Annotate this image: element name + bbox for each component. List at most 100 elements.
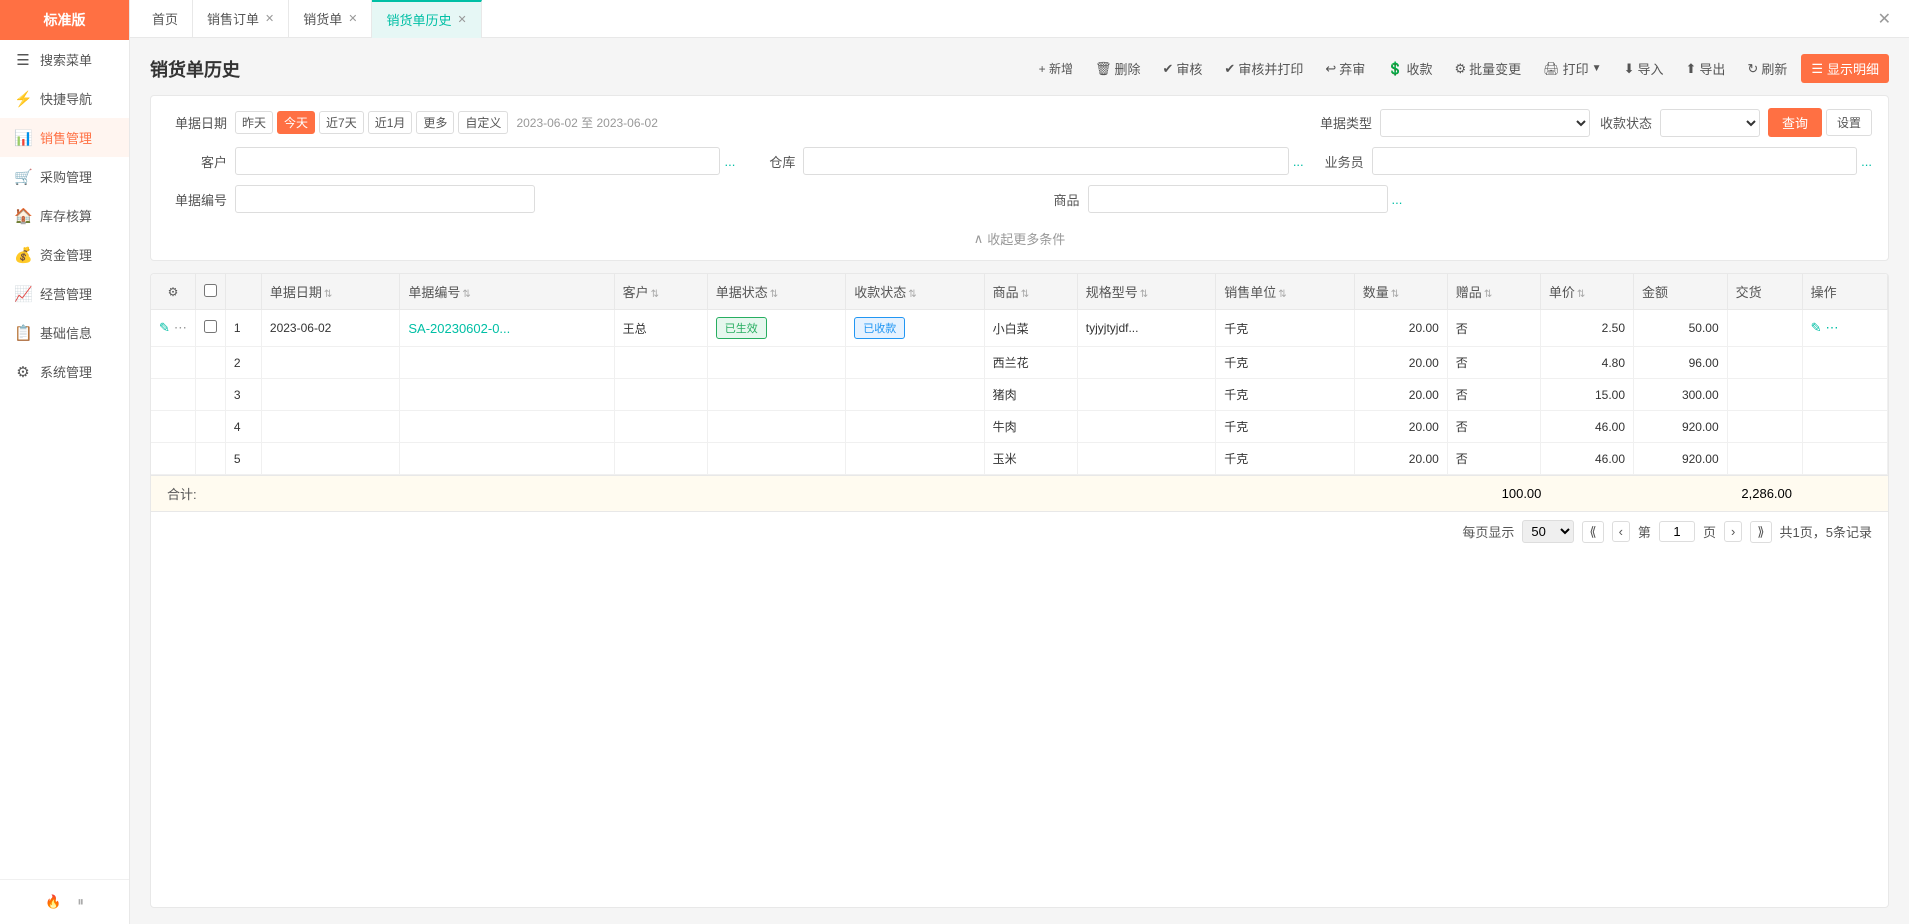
row-doc-no[interactable] — [400, 379, 614, 411]
sidebar-item-quick-nav[interactable]: ⚡ 快捷导航 — [0, 79, 129, 118]
select-all-checkbox[interactable] — [204, 284, 217, 297]
col-unit[interactable]: 销售单位⇅ — [1216, 274, 1354, 310]
show-detail-button[interactable]: ☰ 显示明细 — [1801, 54, 1889, 83]
collapse-label: 收起更多条件 — [987, 229, 1065, 248]
row-doc-status — [707, 379, 845, 411]
date-more-btn[interactable]: 更多 — [416, 111, 454, 134]
sort-icon-spec: ⇅ — [1140, 289, 1148, 300]
last-page-btn[interactable]: ⟫ — [1750, 521, 1771, 543]
tab-sales-order[interactable]: 销售订单 ✕ — [193, 0, 289, 38]
col-date[interactable]: 单据日期⇅ — [261, 274, 399, 310]
row-settings[interactable] — [151, 347, 195, 379]
prev-page-btn[interactable]: ‹ — [1612, 521, 1630, 542]
row-collect-status — [846, 347, 984, 379]
date-yesterday-btn[interactable]: 昨天 — [235, 111, 273, 134]
salesperson-input[interactable] — [1372, 147, 1857, 175]
col-spec[interactable]: 规格型号⇅ — [1077, 274, 1215, 310]
customer-input[interactable] — [235, 147, 720, 175]
col-goods[interactable]: 商品⇅ — [984, 274, 1077, 310]
row-collect-status — [846, 411, 984, 443]
col-unit-price[interactable]: 单价⇅ — [1540, 274, 1633, 310]
doc-status-badge: 已生效 — [716, 317, 767, 339]
abandon-button[interactable]: ↩ 弃审 — [1317, 55, 1373, 82]
close-sales-history-tab[interactable]: ✕ — [458, 13, 467, 26]
settings-button[interactable]: 设置 — [1826, 109, 1872, 136]
sidebar-item-sales-mgmt[interactable]: 📊 销售管理 — [0, 118, 129, 157]
row-settings[interactable] — [151, 379, 195, 411]
page-size-select[interactable]: 50 100 200 — [1522, 520, 1574, 543]
row-doc-no[interactable] — [400, 411, 614, 443]
audit-button[interactable]: ✔ 审核 — [1154, 55, 1210, 82]
col-collect-status[interactable]: 收款状态⇅ — [846, 274, 984, 310]
row-gift: 否 — [1447, 347, 1540, 379]
doc-no-link[interactable]: SA-20230602-0... — [408, 321, 510, 336]
row-qty: 20.00 — [1354, 411, 1447, 443]
col-doc-status[interactable]: 单据状态⇅ — [707, 274, 845, 310]
goods-dots[interactable]: ... — [1392, 192, 1403, 207]
pause-icon[interactable]: ⏸ — [77, 894, 84, 910]
edit-link[interactable]: ✎ — [1811, 320, 1822, 335]
new-button[interactable]: + 新增 — [1031, 56, 1081, 81]
import-button[interactable]: ⬇ 导入 — [1616, 55, 1672, 82]
refresh-button[interactable]: ↻ 刷新 — [1739, 55, 1795, 82]
first-page-btn[interactable]: ⟪ — [1582, 521, 1603, 543]
total-amount: 2,286.00 — [1741, 486, 1792, 501]
row-settings[interactable]: ✎⋯ — [151, 310, 195, 347]
close-sales-delivery-tab[interactable]: ✕ — [348, 12, 357, 25]
row-settings[interactable] — [151, 411, 195, 443]
date-7days-btn[interactable]: 近7天 — [319, 111, 364, 134]
col-doc-no[interactable]: 单据编号⇅ — [400, 274, 614, 310]
date-custom-btn[interactable]: 自定义 — [458, 111, 508, 134]
audit-print-icon: ✔ — [1224, 61, 1235, 77]
doc-no-input[interactable] — [235, 185, 535, 213]
date-1month-btn[interactable]: 近1月 — [368, 111, 413, 134]
row-checkbox[interactable] — [204, 320, 217, 333]
delete-button[interactable]: 🗑 删除 — [1087, 55, 1149, 82]
collapse-row[interactable]: ∧ 收起更多条件 — [167, 223, 1872, 248]
more-link[interactable]: ⋯ — [1826, 320, 1839, 335]
row-unit-price: 15.00 — [1540, 379, 1633, 411]
salesperson-dots[interactable]: ... — [1861, 154, 1872, 169]
row-settings[interactable] — [151, 443, 195, 475]
col-gift[interactable]: 赠品⇅ — [1447, 274, 1540, 310]
sidebar-item-purchase-mgmt[interactable]: 🛒 采购管理 — [0, 157, 129, 196]
total-qty: 100.00 — [1502, 486, 1542, 501]
sidebar-item-stock-calc[interactable]: 🏠 库存核算 — [0, 196, 129, 235]
table-row: 5玉米千克20.00否46.00920.00 — [151, 443, 1888, 475]
goods-input[interactable] — [1088, 185, 1388, 213]
print-button[interactable]: 🖨 打印 ▼ — [1535, 55, 1609, 82]
audit-print-button[interactable]: ✔ 审核并打印 — [1216, 55, 1311, 82]
next-page-btn[interactable]: › — [1724, 521, 1742, 542]
row-doc-no[interactable] — [400, 347, 614, 379]
sidebar-item-basic-info[interactable]: 📋 基础信息 — [0, 313, 129, 352]
fire-icon[interactable]: 🔥 — [45, 894, 61, 910]
tab-sales-delivery[interactable]: 销货单 ✕ — [289, 0, 372, 38]
batch-change-button[interactable]: ⚙ 批量变更 — [1446, 55, 1529, 82]
warehouse-input[interactable] — [803, 147, 1288, 175]
page-input[interactable] — [1659, 521, 1695, 542]
tab-sales-history[interactable]: 销货单历史 ✕ — [372, 0, 481, 38]
customer-dots[interactable]: ... — [724, 154, 735, 169]
row-doc-no[interactable]: SA-20230602-0... — [400, 310, 614, 347]
date-today-btn[interactable]: 今天 — [277, 111, 315, 134]
col-settings[interactable]: ⚙ — [151, 274, 195, 310]
sidebar-item-search-menu[interactable]: ☰ 搜索菜单 — [0, 40, 129, 79]
col-qty[interactable]: 数量⇅ — [1354, 274, 1447, 310]
col-customer[interactable]: 客户⇅ — [614, 274, 707, 310]
warehouse-dots[interactable]: ... — [1293, 154, 1304, 169]
sidebar-item-operation-mgmt[interactable]: 📈 经营管理 — [0, 274, 129, 313]
sidebar-item-system-mgmt[interactable]: ⚙ 系统管理 — [0, 352, 129, 391]
collect-button[interactable]: 💲 收款 — [1379, 55, 1440, 82]
row-spec: tyjyjtyjdf... — [1077, 310, 1215, 347]
collect-status-select[interactable] — [1660, 109, 1760, 137]
close-sales-order-tab[interactable]: ✕ — [265, 12, 274, 25]
tab-home[interactable]: 首页 — [138, 0, 193, 38]
export-button[interactable]: ⬆ 导出 — [1677, 55, 1733, 82]
row-doc-no[interactable] — [400, 443, 614, 475]
doc-type-select[interactable] — [1380, 109, 1590, 137]
sidebar-item-fund-mgmt[interactable]: 💰 资金管理 — [0, 235, 129, 274]
close-all-tabs-btn[interactable]: ✕ — [1868, 9, 1901, 29]
row-qty: 20.00 — [1354, 347, 1447, 379]
search-menu-icon: ☰ — [14, 51, 32, 69]
query-button[interactable]: 查询 — [1768, 108, 1822, 137]
